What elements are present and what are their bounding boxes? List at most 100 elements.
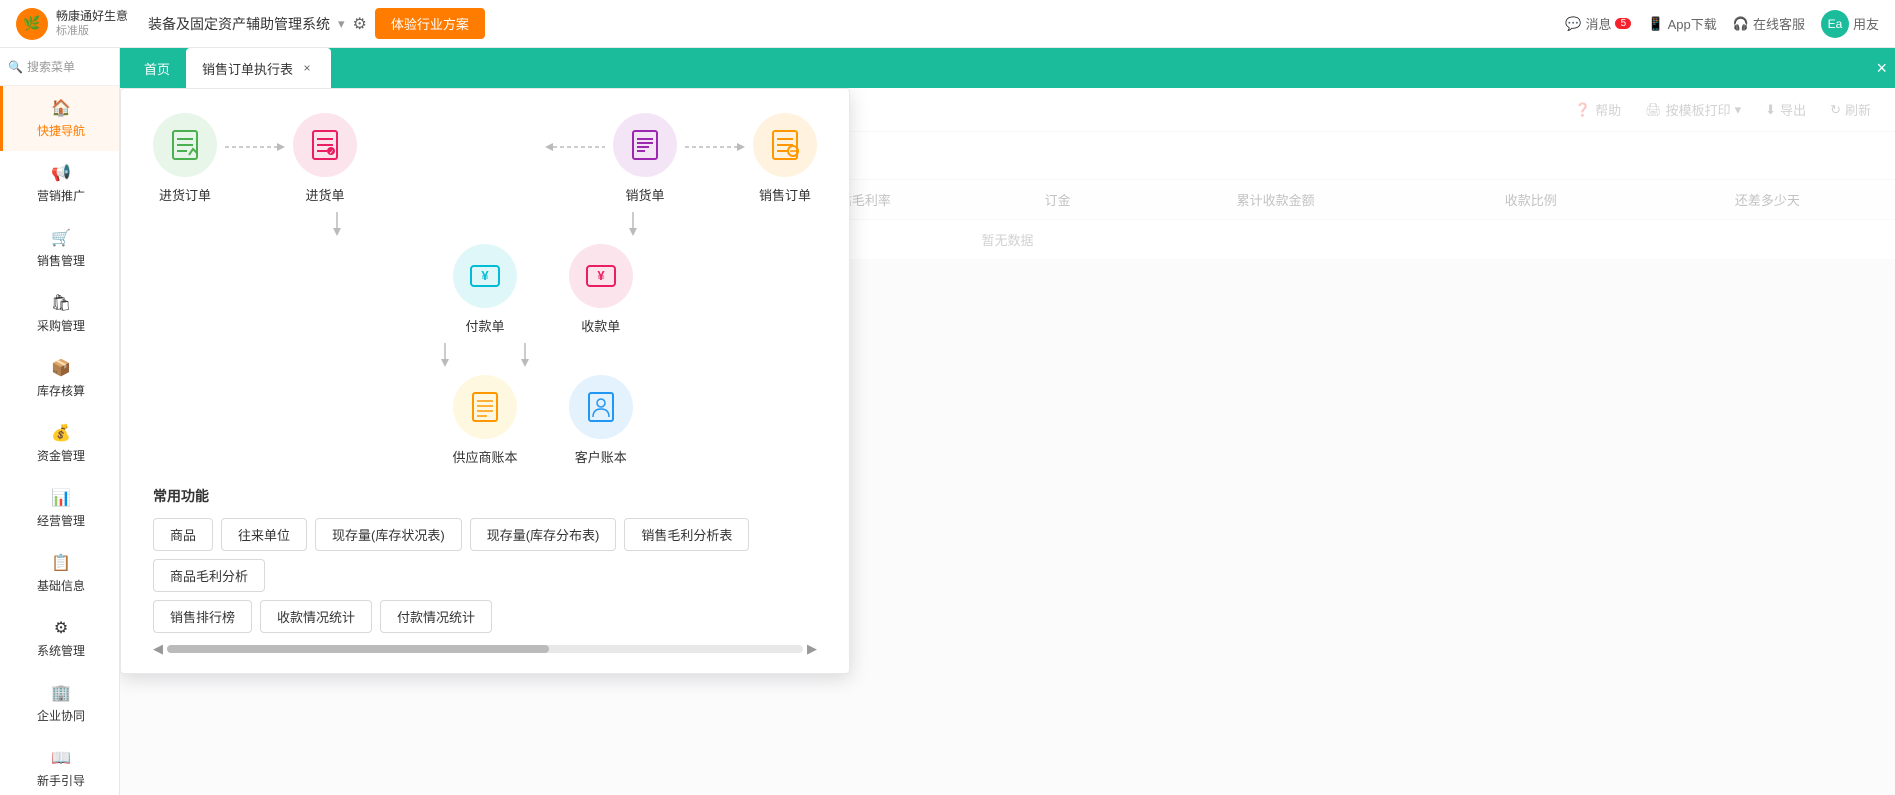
system-title: 装备及固定资产辅助管理系统	[148, 14, 330, 34]
operations-icon: 📊	[51, 488, 71, 508]
headset-icon: 🎧	[1733, 16, 1749, 32]
sales-bill-circle	[613, 113, 677, 177]
sidebar-item-marketing[interactable]: 📢 营销推广	[0, 151, 119, 216]
sidebar-item-finance[interactable]: 💰 资金管理	[0, 411, 119, 476]
app-download-btn[interactable]: 📱 App下载	[1647, 14, 1716, 33]
customer-account-icon	[583, 389, 619, 425]
purchase-bill-circle: ✓	[293, 113, 357, 177]
supplier-account-circle	[453, 375, 517, 439]
message-icon: 💬	[1565, 16, 1581, 32]
flow-row-2: ¥ 付款单 ¥ 收款单	[153, 244, 817, 335]
flow-node-supplier-account[interactable]: 供应商账本	[427, 375, 543, 466]
main-layout: 🔍 搜索菜单 🏠 快捷导航 📢 营销推广 🛒 销售管理 🛍 采购管理 📦 库存核…	[0, 48, 1895, 795]
flow-node-sales-order[interactable]: 销售订单	[753, 113, 817, 204]
flow-node-sales-bill[interactable]: 销货单	[613, 113, 677, 204]
tab-sales-order-exec[interactable]: 销售订单执行表 ×	[186, 48, 331, 88]
sidebar-item-operations[interactable]: 📊 经营管理	[0, 476, 119, 541]
receipt-circle: ¥	[569, 244, 633, 308]
arrow-down-2	[601, 212, 665, 236]
flow-node-purchase-bill[interactable]: ✓ 进货单	[293, 113, 357, 204]
message-btn[interactable]: 💬 消息 5	[1565, 14, 1631, 33]
tab-home[interactable]: 首页	[128, 48, 186, 88]
sidebar: 🔍 搜索菜单 🏠 快捷导航 📢 营销推广 🛒 销售管理 🛍 采购管理 📦 库存核…	[0, 48, 120, 795]
quick-btns-row-2: 销售排行榜 收款情况统计 付款情况统计	[153, 600, 817, 633]
search-icon: 🔍	[8, 60, 23, 74]
flow-row-arrows-down-2	[153, 343, 817, 367]
sidebar-item-guide[interactable]: 📖 新手引导	[0, 736, 119, 795]
home-icon: 🏠	[51, 98, 71, 118]
finance-icon: 💰	[51, 423, 71, 443]
logo-icon: 🌿	[16, 8, 48, 40]
scroll-left-btn[interactable]: ◀	[153, 641, 163, 657]
flow-node-payment[interactable]: ¥ 付款单	[427, 244, 543, 335]
system-icon: ⚙	[54, 618, 68, 638]
content-area: 首页 销售订单执行表 × × ❓ 帮助 🖨 按模板打印	[120, 48, 1895, 795]
sidebar-item-enterprise[interactable]: 🏢 企业协同	[0, 671, 119, 736]
logo-area: 🌿 畅康通好生意 标准版	[16, 8, 136, 40]
quick-btn-payment-stats[interactable]: 付款情况统计	[380, 600, 492, 633]
flow-node-purchase-order[interactable]: 进货订单	[153, 113, 217, 204]
purchase-bill-icon: ✓	[307, 127, 343, 163]
arrow-3	[685, 141, 745, 177]
phone-icon: 📱	[1647, 16, 1663, 32]
main-content: ❓ 帮助 🖨 按模板打印 ▾ ⬇ 导出 ↻ 刷新	[120, 88, 1895, 795]
svg-text:✓: ✓	[329, 150, 334, 156]
flow-row-3: 供应商账本 客户账本	[153, 375, 817, 466]
quick-btn-goods-profit[interactable]: 商品毛利分析	[153, 559, 265, 592]
sales-order-icon	[767, 127, 803, 163]
user-area[interactable]: Ea 用友	[1821, 10, 1879, 38]
sidebar-item-basic-info[interactable]: 📋 基础信息	[0, 541, 119, 606]
payment-icon: ¥	[467, 258, 503, 294]
sidebar-item-quick-nav[interactable]: 🏠 快捷导航	[0, 86, 119, 151]
purchase-order-circle	[153, 113, 217, 177]
try-btn[interactable]: 体验行业方案	[375, 8, 485, 39]
message-badge: 5	[1615, 18, 1631, 29]
online-service-btn[interactable]: 🎧 在线客服	[1733, 14, 1805, 33]
tab-bar: 首页 销售订单执行表 × ×	[120, 48, 1895, 88]
quick-btn-counterparty[interactable]: 往来单位	[221, 518, 307, 551]
sidebar-item-sales[interactable]: 🛒 销售管理	[0, 216, 119, 281]
inventory-icon: 📦	[51, 358, 71, 378]
logo-text: 畅康通好生意 标准版	[56, 9, 128, 39]
purchase-order-icon	[167, 127, 203, 163]
sidebar-search[interactable]: 🔍 搜索菜单	[0, 48, 119, 86]
quick-btn-receipt-stats[interactable]: 收款情况统计	[260, 600, 372, 633]
marketing-icon: 📢	[51, 163, 71, 183]
scroll-right-btn[interactable]: ▶	[807, 641, 817, 657]
arrow-2	[545, 141, 605, 177]
sidebar-item-system[interactable]: ⚙ 系统管理	[0, 606, 119, 671]
arrow-down-4	[493, 343, 557, 367]
settings-btn[interactable]: ⚙	[353, 14, 367, 34]
tab-close-icon[interactable]: ×	[299, 60, 315, 76]
sidebar-item-purchase[interactable]: 🛍 采购管理	[0, 281, 119, 346]
quick-btn-stock-dist[interactable]: 现存量(库存分布表)	[470, 518, 617, 551]
sales-icon: 🛒	[51, 228, 71, 248]
flow-row-arrows-down	[153, 212, 817, 236]
scrollbar-row: ◀ ▶	[153, 641, 817, 657]
supplier-account-icon	[467, 389, 503, 425]
purchase-icon: 🛍	[51, 293, 71, 313]
avatar: Ea	[1821, 10, 1849, 38]
quick-btn-sales-rank[interactable]: 销售排行榜	[153, 600, 252, 633]
flow-row-1: 进货订单	[153, 113, 817, 204]
quick-btn-stock-status[interactable]: 现存量(库存状况表)	[315, 518, 462, 551]
arrow-down-1	[305, 212, 369, 236]
flow-node-receipt[interactable]: ¥ 收款单	[543, 244, 659, 335]
quick-btn-goods[interactable]: 商品	[153, 518, 213, 551]
tab-bar-close-icon[interactable]: ×	[1876, 58, 1887, 79]
basic-info-icon: 📋	[51, 553, 71, 573]
svg-text:¥: ¥	[597, 268, 605, 283]
scroll-track[interactable]	[167, 645, 803, 653]
flow-node-customer-account[interactable]: 客户账本	[543, 375, 659, 466]
system-title-area: 装备及固定资产辅助管理系统 ▾ ⚙ 体验行业方案	[148, 8, 1553, 39]
sidebar-item-inventory[interactable]: 📦 库存核算	[0, 346, 119, 411]
quick-guide-modal: 进货订单	[120, 88, 850, 674]
guide-icon: 📖	[51, 748, 71, 768]
section-title: 常用功能	[153, 486, 817, 506]
scroll-thumb	[167, 645, 549, 653]
receipt-icon: ¥	[583, 258, 619, 294]
payment-circle: ¥	[453, 244, 517, 308]
top-header: 🌿 畅康通好生意 标准版 装备及固定资产辅助管理系统 ▾ ⚙ 体验行业方案 💬 …	[0, 0, 1895, 48]
dropdown-icon[interactable]: ▾	[338, 16, 345, 32]
quick-btn-sales-profit[interactable]: 销售毛利分析表	[624, 518, 749, 551]
